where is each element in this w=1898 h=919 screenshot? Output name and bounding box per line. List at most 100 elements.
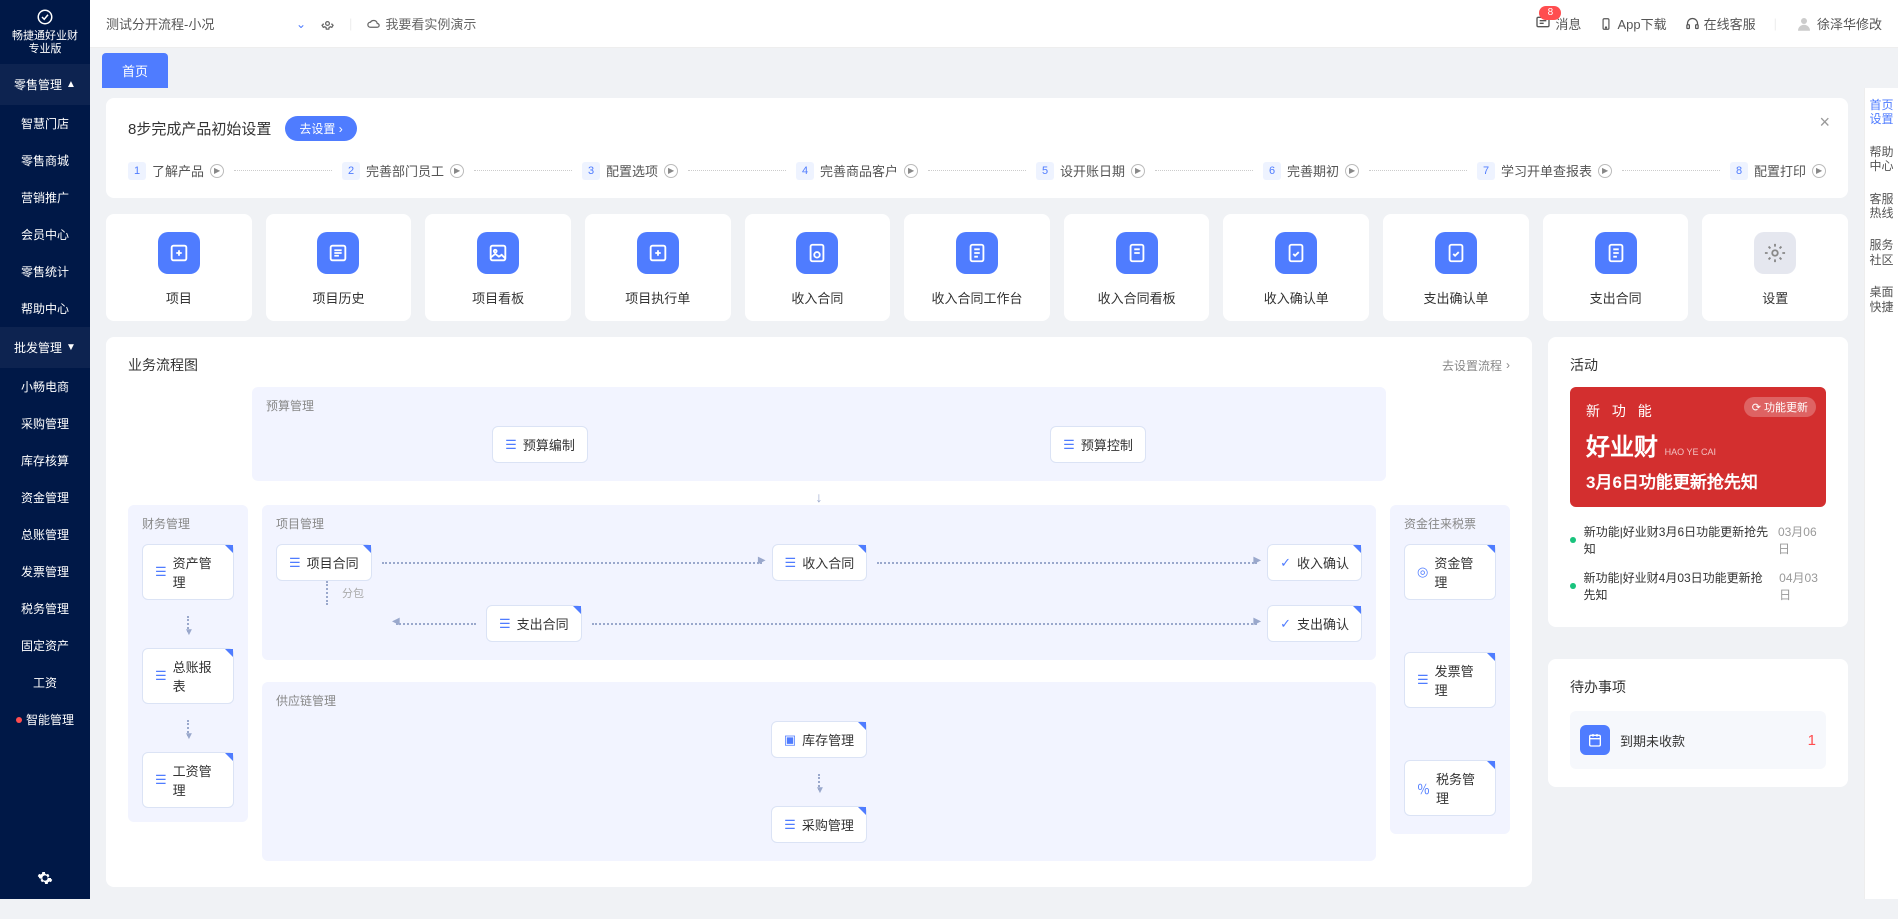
quick-income-workbench[interactable]: 收入合同工作台 [904,214,1050,321]
todo-item-overdue[interactable]: 到期未收款 1 [1570,711,1826,769]
node-budget-make[interactable]: ☰预算编制 [492,426,588,463]
quick-expense-confirm[interactable]: 支出确认单 [1383,214,1529,321]
sidebar-settings[interactable] [0,860,90,899]
messages-button[interactable]: 消息 [1535,14,1581,33]
list-icon [327,242,349,264]
promo-tag: ⟳ 功能更新 [1744,397,1816,417]
flow-group-project: 项目管理 ☰项目合同 ☰收入合同 ✓收入确认 分包 [262,505,1376,660]
todo-title: 待办事项 [1570,677,1826,697]
sidebar-item-mall[interactable]: 零售商城 [0,142,90,179]
play-icon: ▶ [450,164,464,178]
node-purchase[interactable]: ☰采购管理 [771,806,867,843]
step-2[interactable]: 2完善部门员工▶ [342,161,464,180]
node-fund[interactable]: ◎资金管理 [1404,544,1496,600]
node-tax[interactable]: ％税务管理 [1404,760,1496,816]
step-4[interactable]: 4完善商品客户▶ [796,161,918,180]
node-expense-confirm[interactable]: ✓支出确认 [1267,605,1362,642]
dot-icon [1570,583,1576,589]
play-icon: ▶ [1345,164,1359,178]
node-income-contract[interactable]: ☰收入合同 [772,544,868,581]
quick-income-contract[interactable]: 收入合同 [745,214,891,321]
support-button[interactable]: 在线客服 [1685,14,1756,33]
app-download-button[interactable]: App下载 [1599,14,1666,33]
quick-expense-contract[interactable]: 支出合同 [1543,214,1689,321]
quick-kanban[interactable]: 项目看板 [425,214,571,321]
quick-project[interactable]: 项目 [106,214,252,321]
rail-help[interactable]: 帮助中心 [1868,145,1896,174]
step-3[interactable]: 3配置选项▶ [582,161,678,180]
doc-icon: ☰ [1417,672,1429,688]
promo-line3: 3月6日功能更新抢先知 [1586,468,1810,493]
sidebar-item-help[interactable]: 帮助中心 [0,290,90,327]
setup-steps: 1了解产品▶ 2完善部门员工▶ 3配置选项▶ 4完善商品客户▶ 5设开账日期▶ … [128,161,1826,180]
play-icon: ▶ [210,164,224,178]
node-proj-contract[interactable]: ☰项目合同 [276,544,372,581]
sidebar-item-member[interactable]: 会员中心 [0,216,90,253]
step-6[interactable]: 6完善期初▶ [1263,161,1359,180]
sidebar-item-stats[interactable]: 零售统计 [0,253,90,290]
avatar-icon [1795,15,1813,33]
sidebar-item-marketing[interactable]: 营销推广 [0,179,90,216]
flow-card: 业务流程图 去设置流程 › 预算管理 ☰预算编制 ☰预算控制 [106,337,1532,887]
brand-edition: 专业版 [12,43,78,56]
doc-icon [1126,242,1148,264]
sidebar-item-ai[interactable]: 智能管理 [0,701,90,738]
rail-shortcut[interactable]: 桌面快捷 [1868,285,1896,314]
sidebar-item-salary[interactable]: 工资 [0,664,90,701]
node-ledger[interactable]: ☰总账报表 [142,648,234,704]
rail-home-settings[interactable]: 首页设置 [1868,98,1896,127]
rail-hotline[interactable]: 客服热线 [1868,192,1896,221]
go-setup-button[interactable]: 去设置 › [285,116,356,141]
quick-settings[interactable]: 设置 [1702,214,1848,321]
project-selector[interactable]: 测试分开流程-小况 ⌄ [106,14,306,33]
step-1[interactable]: 1了解产品▶ [128,161,224,180]
close-icon[interactable]: × [1819,112,1830,133]
quick-income-confirm[interactable]: 收入确认单 [1223,214,1369,321]
node-income-confirm[interactable]: ✓收入确认 [1267,544,1362,581]
demo-link[interactable]: 我要看实例演示 [366,14,476,33]
user-menu[interactable]: 徐泽华修改 [1795,14,1882,33]
sidebar-group-wholesale[interactable]: 批发管理▼ [0,327,90,368]
sidebar-group-retail[interactable]: 零售管理▲ [0,64,90,105]
chevron-down-icon: ⌄ [296,17,306,31]
node-inventory[interactable]: ▣库存管理 [771,721,867,758]
check-icon: ✓ [1280,616,1291,632]
step-5[interactable]: 5设开账日期▶ [1036,161,1145,180]
sidebar-item-ecom[interactable]: 小畅电商 [0,368,90,405]
calendar-icon [1580,725,1610,755]
sidebar-item-assets[interactable]: 固定资产 [0,627,90,664]
play-icon: ▶ [664,164,678,178]
news-item-1[interactable]: 新功能|好业财3月6日功能更新抢先知 03月06日 [1570,517,1826,563]
node-invoice[interactable]: ☰发票管理 [1404,652,1496,708]
doc-check-icon [1445,242,1467,264]
sidebar-item-inventory[interactable]: 库存核算 [0,442,90,479]
project-settings-button[interactable] [320,16,335,31]
news-item-2[interactable]: 新功能|好业财4月03日功能更新抢先知 04月03日 [1570,563,1826,609]
sidebar-item-purchase[interactable]: 采购管理 [0,405,90,442]
chevron-down-icon: ▼ [66,342,76,353]
step-7[interactable]: 7学习开单查报表▶ [1477,161,1612,180]
promo-banner[interactable]: ⟳ 功能更新 新 功 能 好业财 HAO YE CAI 3月6日功能更新抢先知 [1570,387,1826,507]
plus-box-icon [168,242,190,264]
sidebar-item-store[interactable]: 智慧门店 [0,105,90,142]
node-budget-control[interactable]: ☰预算控制 [1050,426,1146,463]
node-expense-contract[interactable]: ☰支出合同 [486,605,582,642]
sidebar-item-invoice[interactable]: 发票管理 [0,553,90,590]
node-salary[interactable]: ☰工资管理 [142,752,234,808]
step-8[interactable]: 8配置打印▶ [1730,161,1826,180]
setup-title: 8步完成产品初始设置 [128,118,271,139]
flow-settings-link[interactable]: 去设置流程 › [1442,357,1510,374]
sidebar-item-funds[interactable]: 资金管理 [0,479,90,516]
rail-community[interactable]: 服务社区 [1868,238,1896,267]
play-icon: ▶ [1131,164,1145,178]
doc-icon [1605,242,1627,264]
sidebar-item-ledger[interactable]: 总账管理 [0,516,90,553]
quick-history[interactable]: 项目历史 [266,214,412,321]
doc-check-icon [1285,242,1307,264]
node-asset[interactable]: ☰资产管理 [142,544,234,600]
tab-home[interactable]: 首页 [102,53,168,88]
logo-icon [36,8,54,26]
quick-income-kanban[interactable]: 收入合同看板 [1064,214,1210,321]
quick-exec[interactable]: 项目执行单 [585,214,731,321]
sidebar-item-tax[interactable]: 税务管理 [0,590,90,627]
